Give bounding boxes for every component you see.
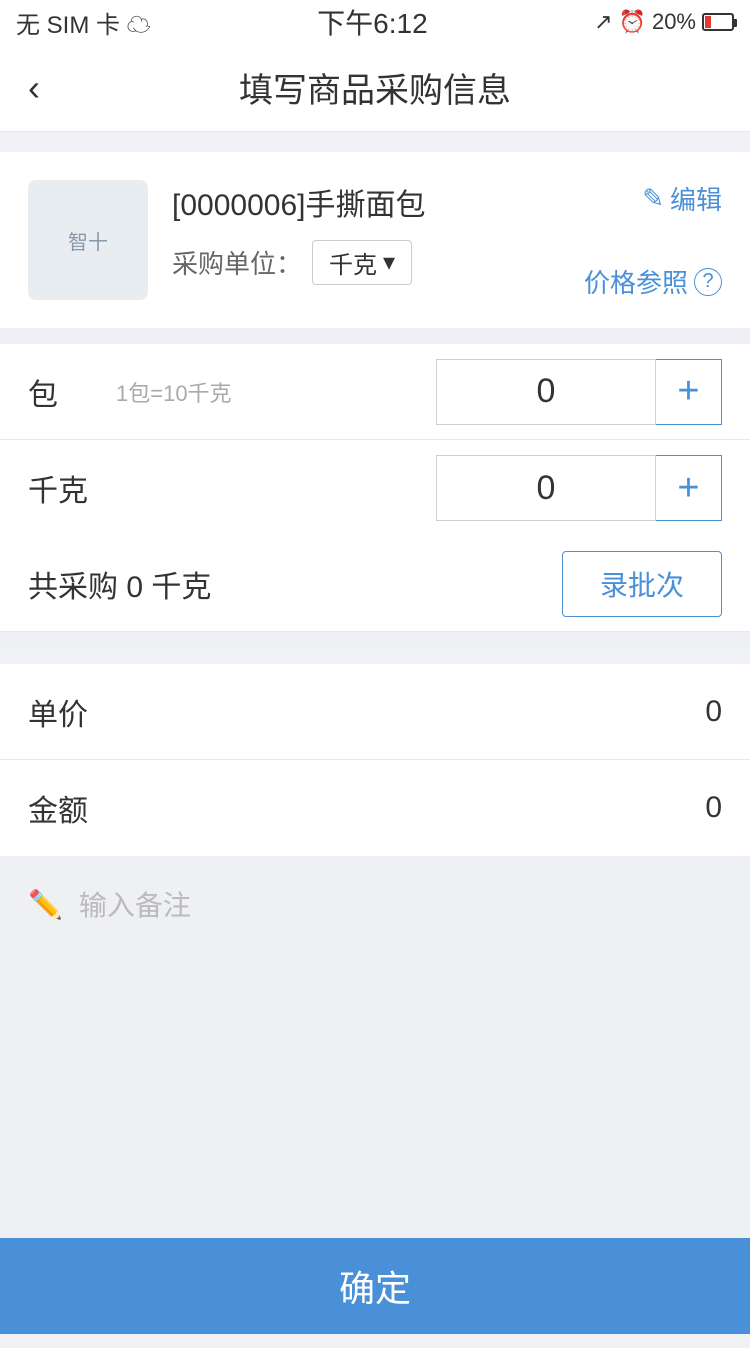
unit-price-value: 0 — [705, 695, 722, 729]
record-batch-button[interactable]: 录批次 — [562, 551, 722, 617]
unit-price-label: 单价 — [28, 690, 88, 734]
section-divider-2 — [0, 632, 750, 648]
unit-label: 采购单位： — [172, 244, 302, 281]
unit-select[interactable]: 千克 ▾ — [312, 240, 412, 285]
remark-placeholder: 输入备注 — [79, 884, 191, 924]
amount-value: 0 — [705, 791, 722, 825]
price-ref-button[interactable]: 价格参照 ? — [584, 263, 722, 300]
edit-button[interactable]: ✎ 编辑 — [642, 180, 722, 217]
nav-bar: ‹ 填写商品采购信息 — [0, 44, 750, 132]
edit-label: 编辑 — [670, 180, 722, 217]
kg-qty-input[interactable] — [436, 455, 656, 521]
alarm-icon: ⏰ — [619, 9, 646, 35]
battery-icon — [702, 13, 734, 31]
help-icon: ? — [694, 268, 722, 296]
status-right: ↗ ⏰ 20% — [594, 9, 734, 35]
confirm-button[interactable]: 确定 — [0, 1238, 750, 1334]
summary-row: 共采购 0 千克 录批次 — [0, 536, 750, 632]
bag-label: 包 — [28, 370, 108, 414]
bag-sublabel: 1包=10千克 — [116, 376, 436, 408]
battery-text: 20% — [652, 9, 696, 35]
price-ref-label: 价格参照 — [584, 263, 688, 300]
edit-icon: ✎ — [642, 183, 664, 214]
product-card: 智十 [0000006]手撕面包 采购单位： 千克 ▾ ✎ 编辑 价格参照 ? — [0, 152, 750, 328]
kg-input-control: + — [436, 455, 722, 521]
amount-label: 金额 — [28, 786, 88, 830]
kg-plus-button[interactable]: + — [656, 455, 722, 521]
kg-input-row: 千克 + — [0, 440, 750, 536]
pencil-icon: ✏️ — [28, 888, 63, 921]
bag-input-row: 包 1包=10千克 + — [0, 344, 750, 440]
info-section: 单价 0 金额 0 — [0, 664, 750, 856]
summary-text: 共采购 0 千克 — [28, 562, 211, 606]
status-time: 下午6:12 — [317, 2, 428, 42]
product-image: 智十 — [28, 180, 148, 300]
back-button[interactable]: ‹ — [28, 67, 40, 109]
kg-label: 千克 — [28, 466, 108, 510]
section-divider-1 — [0, 328, 750, 344]
remark-section[interactable]: ✏️ 输入备注 — [0, 856, 750, 952]
empty-space — [0, 952, 750, 1252]
bag-plus-button[interactable]: + — [656, 359, 722, 425]
page-title: 填写商品采购信息 — [239, 63, 511, 112]
input-section: 包 1包=10千克 + 千克 + — [0, 344, 750, 536]
amount-row: 金额 0 — [0, 760, 750, 856]
bag-qty-input[interactable] — [436, 359, 656, 425]
unit-value: 千克 — [329, 245, 377, 280]
product-image-placeholder: 智十 — [68, 226, 108, 255]
bag-input-control: + — [436, 359, 722, 425]
unit-price-row: 单价 0 — [0, 664, 750, 760]
no-sim-text: 无 SIM 卡 ☁ — [16, 5, 151, 40]
unit-chevron-icon: ▾ — [383, 248, 395, 277]
product-name: [0000006]手撕面包 — [172, 180, 722, 224]
location-icon: ↗ — [594, 9, 612, 35]
status-left: 无 SIM 卡 ☁ — [16, 5, 151, 40]
status-bar: 无 SIM 卡 ☁ 下午6:12 ↗ ⏰ 20% — [0, 0, 750, 44]
